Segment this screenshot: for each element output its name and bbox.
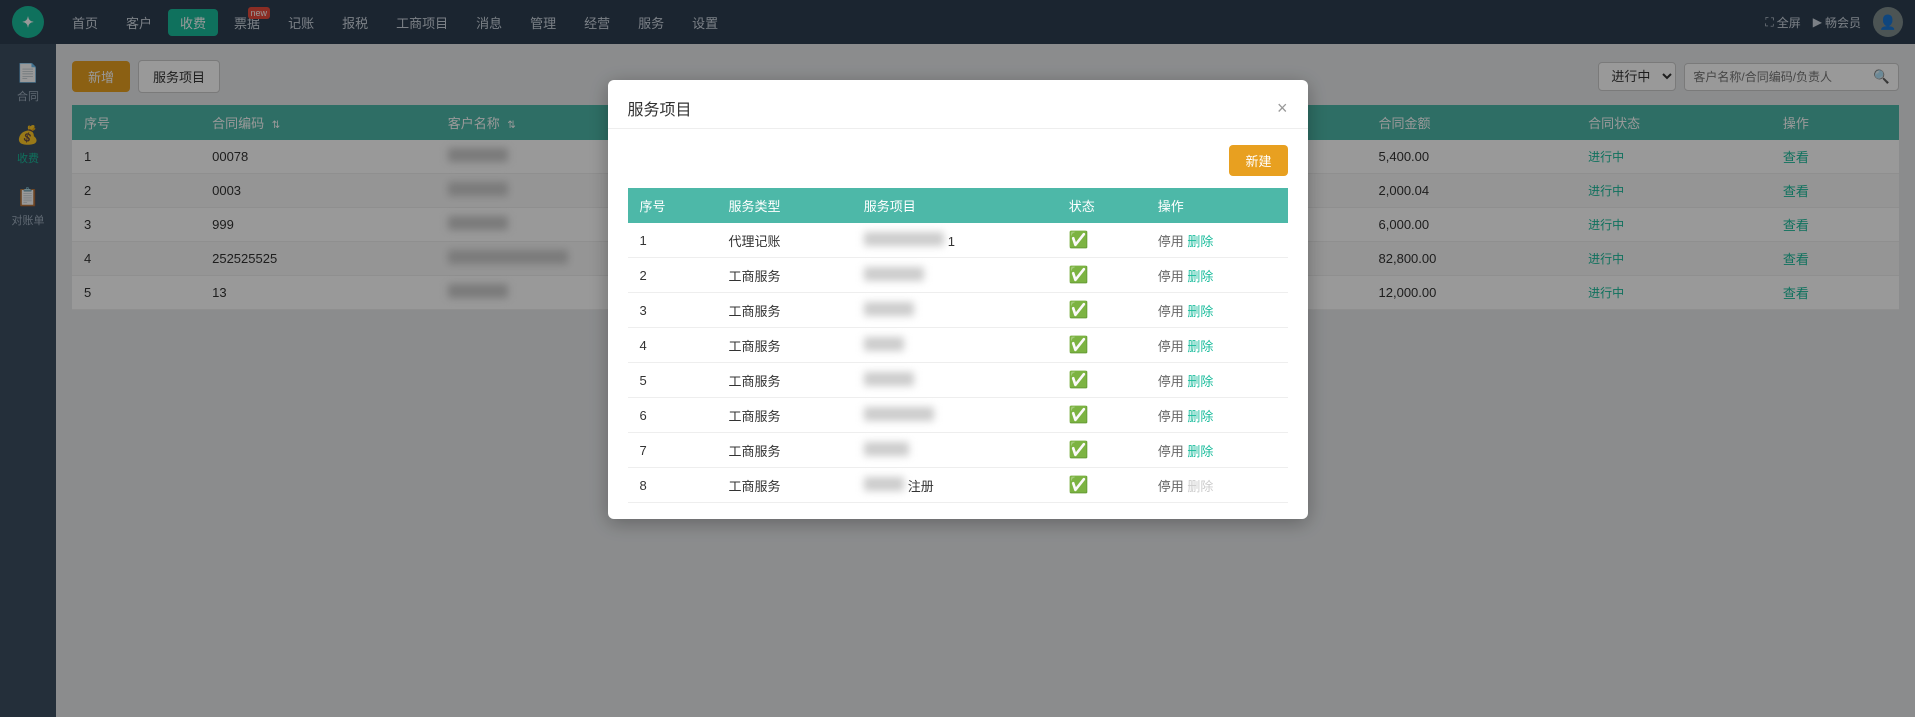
service-items-modal: 服务项目 × 新建 序号 服务类型 服务项目 状态 操作 [608, 80, 1308, 519]
modal-table-row: 8 工商服务 注册 ✅ 停用 删除 [628, 468, 1288, 503]
modal-col-item: 服务项目 [852, 188, 1057, 223]
modal-close-button[interactable]: × [1277, 99, 1288, 117]
stop-button[interactable]: 停用 [1158, 336, 1184, 355]
delete-button[interactable]: 删除 [1187, 301, 1213, 320]
stop-button[interactable]: 停用 [1158, 301, 1184, 320]
modal-table-wrap: 序号 服务类型 服务项目 状态 操作 1 代理记账 1 ✅ [628, 188, 1288, 503]
modal-table-row: 3 工商服务 ✅ 停用 删除 [628, 293, 1288, 328]
status-check-icon: ✅ [1069, 477, 1089, 494]
modal-table-row: 4 工商服务 ✅ 停用 删除 [628, 328, 1288, 363]
modal-table-row: 5 工商服务 ✅ 停用 删除 [628, 363, 1288, 398]
modal-header: 服务项目 × [608, 80, 1308, 129]
modal-service-table: 序号 服务类型 服务项目 状态 操作 1 代理记账 1 ✅ [628, 188, 1288, 503]
delete-button[interactable]: 删除 [1187, 371, 1213, 390]
modal-toolbar: 新建 [628, 145, 1288, 176]
modal-title: 服务项目 [628, 96, 692, 120]
modal-table-row: 7 工商服务 ✅ 停用 删除 [628, 433, 1288, 468]
delete-button[interactable]: 删除 [1187, 266, 1213, 285]
stop-button[interactable]: 停用 [1158, 406, 1184, 425]
modal-body: 新建 序号 服务类型 服务项目 状态 操作 [608, 129, 1308, 519]
status-check-icon: ✅ [1069, 407, 1089, 424]
modal-col-type: 服务类型 [716, 188, 851, 223]
stop-button[interactable]: 停用 [1158, 266, 1184, 285]
stop-button[interactable]: 停用 [1158, 371, 1184, 390]
delete-button[interactable]: 删除 [1187, 441, 1213, 460]
stop-button[interactable]: 停用 [1158, 231, 1184, 250]
status-check-icon: ✅ [1069, 337, 1089, 354]
stop-button[interactable]: 停用 [1158, 441, 1184, 460]
status-check-icon: ✅ [1069, 232, 1089, 249]
stop-button[interactable]: 停用 [1158, 476, 1184, 495]
modal-table-row: 2 工商服务 ✅ 停用 删除 [628, 258, 1288, 293]
modal-table-row: 1 代理记账 1 ✅ 停用 删除 [628, 223, 1288, 258]
modal-overlay[interactable]: 服务项目 × 新建 序号 服务类型 服务项目 状态 操作 [0, 0, 1915, 717]
status-check-icon: ✅ [1069, 372, 1089, 389]
modal-table-row: 6 工商服务 ✅ 停用 删除 [628, 398, 1288, 433]
modal-col-status: 状态 [1057, 188, 1146, 223]
modal-col-id: 序号 [628, 188, 717, 223]
status-check-icon: ✅ [1069, 302, 1089, 319]
modal-col-action: 操作 [1146, 188, 1288, 223]
status-check-icon: ✅ [1069, 442, 1089, 459]
delete-button[interactable]: 删除 [1187, 336, 1213, 355]
delete-button[interactable]: 删除 [1187, 231, 1213, 250]
delete-button[interactable]: 删除 [1187, 406, 1213, 425]
status-check-icon: ✅ [1069, 267, 1089, 284]
modal-new-button[interactable]: 新建 [1229, 145, 1287, 176]
delete-button[interactable]: 删除 [1187, 476, 1213, 495]
